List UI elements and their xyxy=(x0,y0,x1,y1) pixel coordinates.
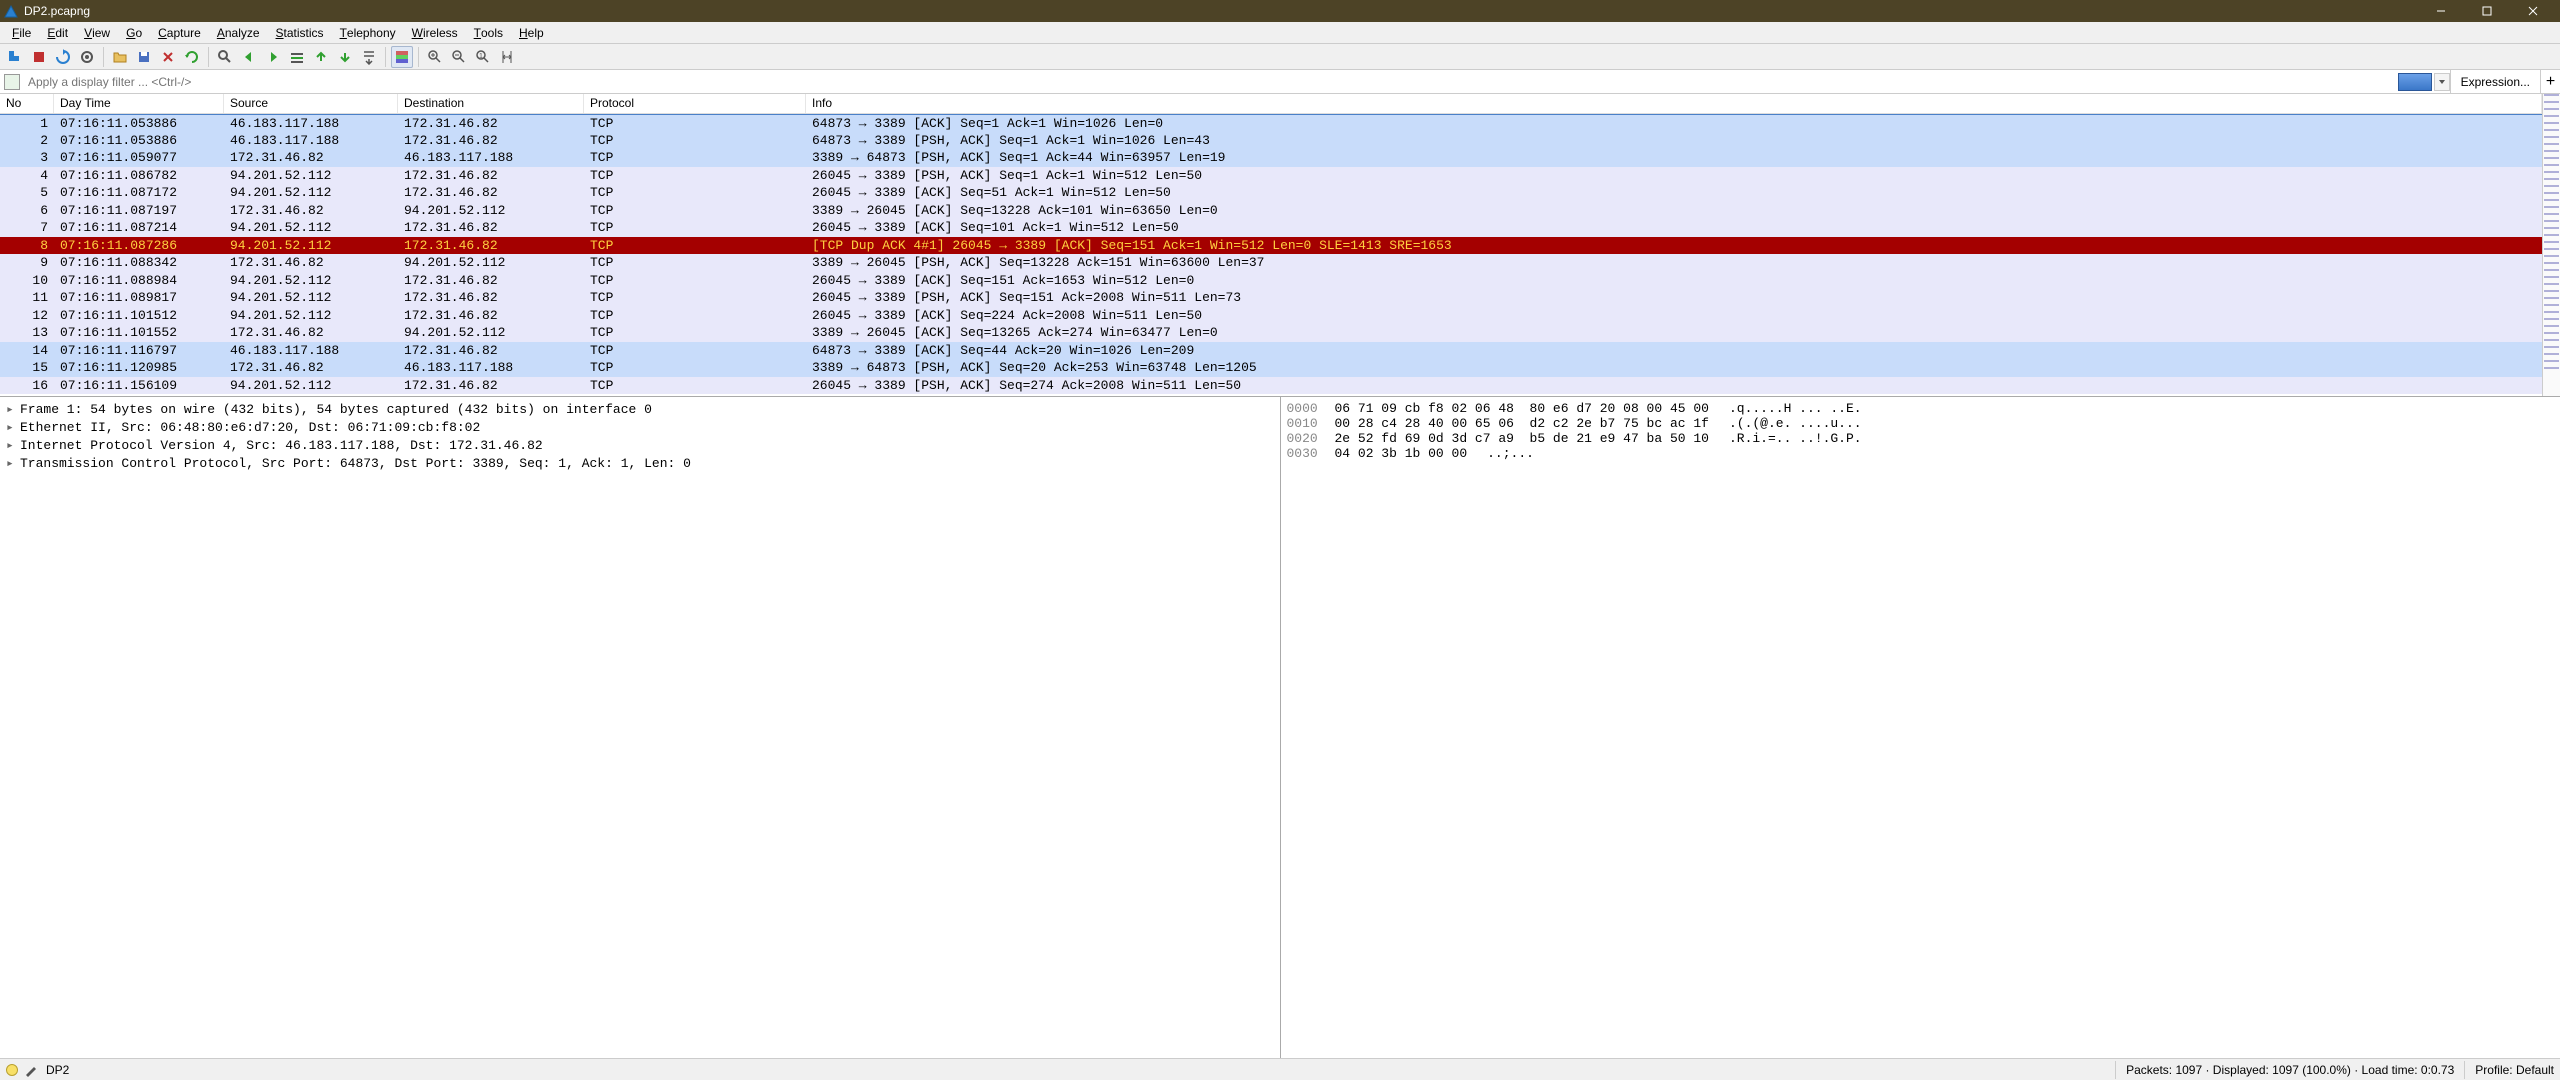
zoom-in-icon[interactable] xyxy=(424,46,446,68)
status-bar: DP2 Packets: 1097 · Displayed: 1097 (100… xyxy=(0,1058,2560,1080)
window-title: DP2.pcapng xyxy=(24,4,2418,18)
go-first-icon[interactable] xyxy=(310,46,332,68)
status-file: DP2 xyxy=(46,1063,2105,1077)
menu-go[interactable]: Go xyxy=(118,22,150,43)
go-last-icon[interactable] xyxy=(334,46,356,68)
table-row[interactable]: 1107:16:11.08981794.201.52.112172.31.46.… xyxy=(0,289,2542,307)
col-header-info[interactable]: Info xyxy=(806,94,2542,113)
svg-text:1: 1 xyxy=(479,53,483,60)
save-file-icon[interactable] xyxy=(133,46,155,68)
tree-item[interactable]: ▸Transmission Control Protocol, Src Port… xyxy=(6,455,1274,473)
table-row[interactable]: 307:16:11.059077172.31.46.8246.183.117.1… xyxy=(0,149,2542,167)
separator xyxy=(103,47,104,67)
status-packets: Packets: 1097 · Displayed: 1097 (100.0%)… xyxy=(2126,1063,2454,1077)
menu-wireless[interactable]: Wireless xyxy=(404,22,466,43)
table-row[interactable]: 1007:16:11.08898494.201.52.112172.31.46.… xyxy=(0,272,2542,290)
separator xyxy=(2115,1061,2116,1079)
table-row[interactable]: 1407:16:11.11679746.183.117.188172.31.46… xyxy=(0,342,2542,360)
menu-help[interactable]: Help xyxy=(511,22,552,43)
resize-columns-icon[interactable] xyxy=(496,46,518,68)
menu-file[interactable]: File xyxy=(4,22,39,43)
packet-list[interactable]: No Day Time Source Destination Protocol … xyxy=(0,94,2542,396)
zoom-out-icon[interactable] xyxy=(448,46,470,68)
expert-info-icon[interactable] xyxy=(6,1064,18,1076)
table-row[interactable]: 107:16:11.05388646.183.117.188172.31.46.… xyxy=(0,114,2542,132)
table-row[interactable]: 507:16:11.08717294.201.52.112172.31.46.8… xyxy=(0,184,2542,202)
table-row[interactable]: 1207:16:11.10151294.201.52.112172.31.46.… xyxy=(0,307,2542,325)
col-header-destination[interactable]: Destination xyxy=(398,94,584,113)
packet-minimap[interactable] xyxy=(2542,94,2560,396)
packet-list-pane: No Day Time Source Destination Protocol … xyxy=(0,94,2560,397)
table-row[interactable]: 907:16:11.088342172.31.46.8294.201.52.11… xyxy=(0,254,2542,272)
table-row[interactable]: 407:16:11.08678294.201.52.112172.31.46.8… xyxy=(0,167,2542,185)
hex-line[interactable]: 003004 02 3b 1b 00 00..;... xyxy=(1287,446,2555,461)
window-controls xyxy=(2418,0,2556,22)
menu-statistics[interactable]: Statistics xyxy=(268,22,332,43)
filter-bookmark-icon[interactable] xyxy=(4,74,20,90)
menu-view[interactable]: View xyxy=(76,22,118,43)
close-file-icon[interactable] xyxy=(157,46,179,68)
menu-telephony[interactable]: Telephony xyxy=(332,22,404,43)
separator xyxy=(2464,1061,2465,1079)
restart-capture-icon[interactable] xyxy=(52,46,74,68)
separator xyxy=(418,47,419,67)
open-file-icon[interactable] xyxy=(109,46,131,68)
packet-details-tree[interactable]: ▸Frame 1: 54 bytes on wire (432 bits), 5… xyxy=(0,397,1281,1058)
apply-filter-button[interactable] xyxy=(2398,73,2432,91)
packet-list-body[interactable]: 107:16:11.05388646.183.117.188172.31.46.… xyxy=(0,114,2542,394)
reload-icon[interactable] xyxy=(181,46,203,68)
hex-line[interactable]: 001000 28 c4 28 40 00 65 06 d2 c2 2e b7 … xyxy=(1287,416,2555,431)
packet-list-header[interactable]: No Day Time Source Destination Protocol … xyxy=(0,94,2542,114)
display-filter-input[interactable] xyxy=(24,72,2396,92)
expression-button[interactable]: Expression... xyxy=(2450,70,2540,94)
separator xyxy=(208,47,209,67)
tree-item[interactable]: ▸Frame 1: 54 bytes on wire (432 bits), 5… xyxy=(6,401,1274,419)
add-filter-button[interactable]: + xyxy=(2540,70,2560,94)
col-header-no[interactable]: No xyxy=(0,94,54,113)
table-row[interactable]: 807:16:11.08728694.201.52.112172.31.46.8… xyxy=(0,237,2542,255)
table-row[interactable]: 1507:16:11.120985172.31.46.8246.183.117.… xyxy=(0,359,2542,377)
stop-capture-icon[interactable] xyxy=(28,46,50,68)
maximize-button[interactable] xyxy=(2464,0,2510,22)
hex-line[interactable]: 00202e 52 fd 69 0d 3d c7 a9 b5 de 21 e9 … xyxy=(1287,431,2555,446)
find-packet-icon[interactable] xyxy=(214,46,236,68)
capture-options-icon[interactable] xyxy=(76,46,98,68)
menu-analyze[interactable]: Analyze xyxy=(209,22,268,43)
status-profile[interactable]: Profile: Default xyxy=(2475,1063,2554,1077)
hex-line[interactable]: 000006 71 09 cb f8 02 06 48 80 e6 d7 20 … xyxy=(1287,401,2555,416)
filter-bar: Expression... + xyxy=(0,70,2560,94)
start-capture-icon[interactable] xyxy=(4,46,26,68)
lower-panes: ▸Frame 1: 54 bytes on wire (432 bits), 5… xyxy=(0,397,2560,1058)
edit-capture-icon[interactable] xyxy=(24,1063,38,1077)
col-header-time[interactable]: Day Time xyxy=(54,94,224,113)
menu-edit[interactable]: Edit xyxy=(39,22,76,43)
go-to-packet-icon[interactable] xyxy=(286,46,308,68)
toolbar: 1 xyxy=(0,44,2560,70)
close-button[interactable] xyxy=(2510,0,2556,22)
menubar: FileEditViewGoCaptureAnalyzeStatisticsTe… xyxy=(0,22,2560,44)
tree-item[interactable]: ▸Ethernet II, Src: 06:48:80:e6:d7:20, Ds… xyxy=(6,419,1274,437)
zoom-reset-icon[interactable]: 1 xyxy=(472,46,494,68)
table-row[interactable]: 207:16:11.05388646.183.117.188172.31.46.… xyxy=(0,132,2542,150)
separator xyxy=(385,47,386,67)
colorize-icon[interactable] xyxy=(391,46,413,68)
table-row[interactable]: 1307:16:11.101552172.31.46.8294.201.52.1… xyxy=(0,324,2542,342)
tree-item[interactable]: ▸Internet Protocol Version 4, Src: 46.18… xyxy=(6,437,1274,455)
go-back-icon[interactable] xyxy=(238,46,260,68)
minimize-button[interactable] xyxy=(2418,0,2464,22)
app-icon xyxy=(4,4,18,18)
col-header-source[interactable]: Source xyxy=(224,94,398,113)
go-forward-icon[interactable] xyxy=(262,46,284,68)
table-row[interactable]: 1607:16:11.15610994.201.52.112172.31.46.… xyxy=(0,377,2542,395)
table-row[interactable]: 607:16:11.087197172.31.46.8294.201.52.11… xyxy=(0,202,2542,220)
table-row[interactable]: 707:16:11.08721494.201.52.112172.31.46.8… xyxy=(0,219,2542,237)
packet-bytes-view[interactable]: 000006 71 09 cb f8 02 06 48 80 e6 d7 20 … xyxy=(1281,397,2560,1058)
menu-tools[interactable]: Tools xyxy=(466,22,511,43)
col-header-protocol[interactable]: Protocol xyxy=(584,94,806,113)
menu-capture[interactable]: Capture xyxy=(150,22,209,43)
auto-scroll-icon[interactable] xyxy=(358,46,380,68)
filter-history-dropdown[interactable] xyxy=(2434,73,2450,91)
titlebar: DP2.pcapng xyxy=(0,0,2560,22)
